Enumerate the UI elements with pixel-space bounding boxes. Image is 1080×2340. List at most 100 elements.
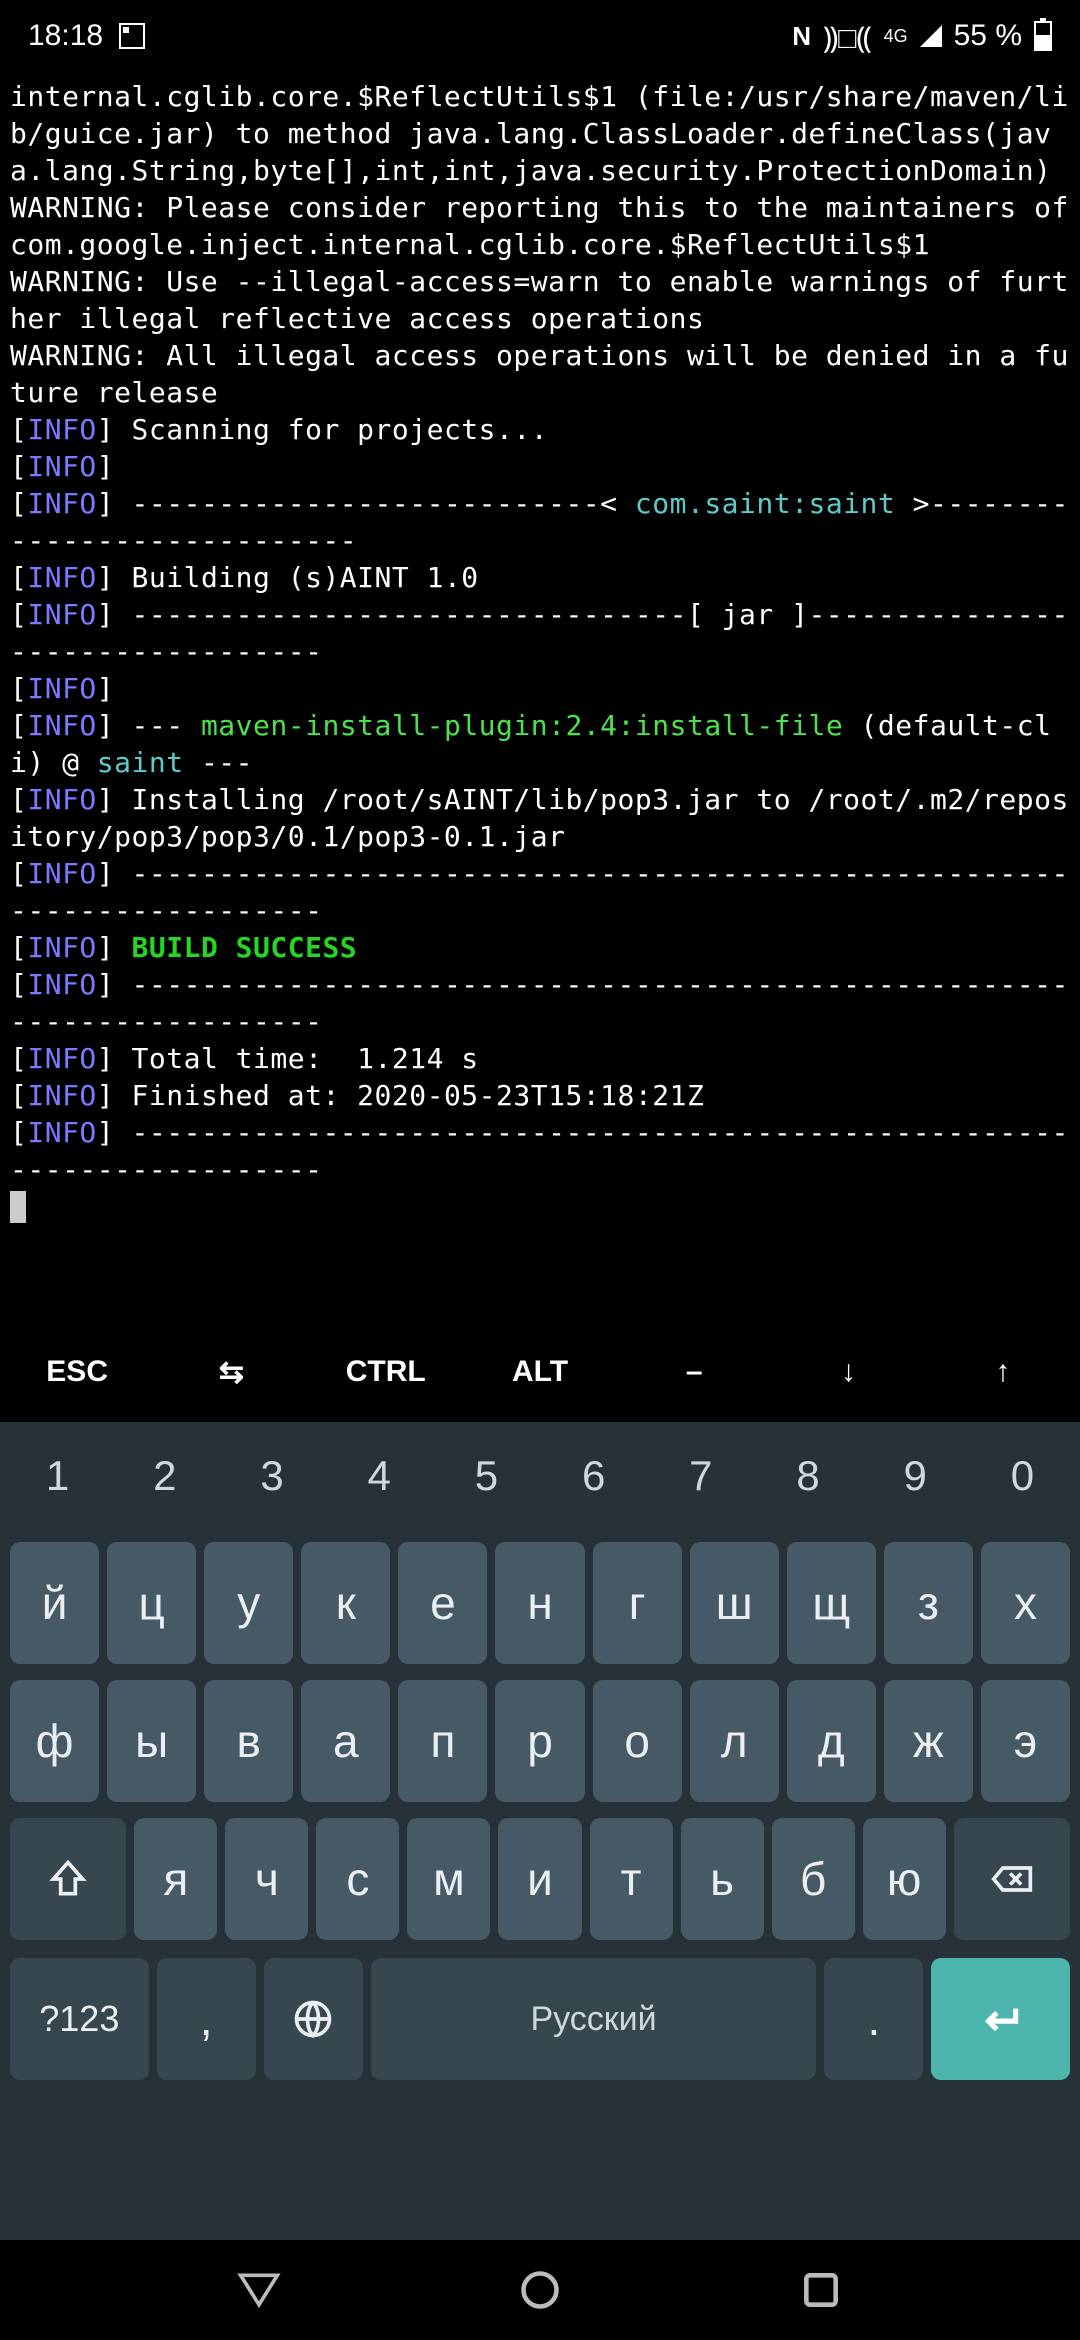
symbols-key[interactable]: ?123	[10, 1958, 149, 2080]
key-3[interactable]: 3	[218, 1452, 325, 1500]
terminal-output[interactable]: internal.cglib.core.$ReflectUtils$1 (fil…	[0, 72, 1080, 1322]
key-5[interactable]: 5	[433, 1452, 540, 1500]
terminal-text: ---------------------------<	[114, 487, 635, 520]
enter-icon	[976, 1994, 1026, 2044]
key-letter[interactable]: щ	[787, 1542, 876, 1664]
key-letter[interactable]: ц	[107, 1542, 196, 1664]
info-tag: INFO	[27, 783, 96, 816]
key-letter[interactable]: й	[10, 1542, 99, 1664]
key-6[interactable]: 6	[540, 1452, 647, 1500]
key-letter[interactable]: ж	[884, 1680, 973, 1802]
key-letter[interactable]: е	[398, 1542, 487, 1664]
number-row: 1 2 3 4 5 6 7 8 9 0	[4, 1426, 1076, 1526]
terminal-text: Scanning for projects...	[114, 413, 548, 446]
info-tag: INFO	[27, 598, 96, 631]
battery-icon	[1034, 21, 1052, 51]
key-9[interactable]: 9	[862, 1452, 969, 1500]
info-tag: INFO	[27, 487, 96, 520]
key-letter[interactable]: ш	[690, 1542, 779, 1664]
status-time: 18:18	[28, 19, 103, 53]
language-key[interactable]	[264, 1958, 363, 2080]
key-letter[interactable]: и	[498, 1818, 581, 1940]
plugin-name: maven-install-plugin:2.4:install-file	[201, 709, 843, 742]
info-tag: INFO	[27, 1079, 96, 1112]
key-letter[interactable]: п	[398, 1680, 487, 1802]
key-8[interactable]: 8	[754, 1452, 861, 1500]
terminal-text: Installing /root/sAINT/lib/pop3.jar to /…	[10, 783, 1069, 853]
key-letter[interactable]: ь	[681, 1818, 764, 1940]
home-icon[interactable]	[518, 2268, 562, 2312]
extra-keys-row: ESC ⇆ CTRL ALT – ↓ ↑	[0, 1322, 1080, 1422]
signal-icon	[920, 25, 942, 47]
terminal-text: ---	[184, 746, 253, 779]
key-letter[interactable]: г	[593, 1542, 682, 1664]
key-letter[interactable]: н	[495, 1542, 584, 1664]
terminal-text: Building (s)AINT 1.0	[114, 561, 479, 594]
key-letter[interactable]: б	[772, 1818, 855, 1940]
shift-key[interactable]	[10, 1818, 126, 1940]
plugin-target: saint	[97, 746, 184, 779]
terminal-line: WARNING: Use --illegal-access=warn to en…	[10, 265, 1069, 335]
key-letter[interactable]: с	[316, 1818, 399, 1940]
key-letter[interactable]: т	[590, 1818, 673, 1940]
network-type: 4G	[884, 26, 908, 47]
key-letter[interactable]: л	[690, 1680, 779, 1802]
terminal-text: ---	[114, 709, 201, 742]
key-4[interactable]: 4	[326, 1452, 433, 1500]
enter-key[interactable]	[931, 1958, 1070, 2080]
terminal-line: internal.cglib.core.$ReflectUtils$1 (fil…	[10, 80, 1069, 187]
terminal-line: WARNING: Please consider reporting this …	[10, 191, 1080, 261]
down-key[interactable]: ↓	[771, 1355, 925, 1389]
back-icon[interactable]	[237, 2268, 281, 2312]
key-letter[interactable]: я	[134, 1818, 217, 1940]
key-7[interactable]: 7	[647, 1452, 754, 1500]
info-tag: INFO	[27, 672, 96, 705]
key-2[interactable]: 2	[111, 1452, 218, 1500]
spacebar[interactable]: Русский	[371, 1958, 817, 2080]
comma-key[interactable]: ,	[157, 1958, 256, 2080]
key-letter[interactable]: ч	[225, 1818, 308, 1940]
key-letter[interactable]: з	[884, 1542, 973, 1664]
period-key[interactable]: .	[824, 1958, 923, 2080]
app-indicator-icon	[119, 23, 145, 49]
esc-key[interactable]: ESC	[0, 1355, 154, 1389]
key-letter[interactable]: в	[204, 1680, 293, 1802]
info-tag: INFO	[27, 1116, 96, 1149]
soft-keyboard: 1 2 3 4 5 6 7 8 9 0 й ц у к е н г ш щ з …	[0, 1422, 1080, 2240]
terminal-text: ----------------------------------------…	[10, 968, 1069, 1038]
project-id: com.saint:saint	[635, 487, 895, 520]
key-letter[interactable]: у	[204, 1542, 293, 1664]
terminal-text: ----------------------------------------…	[10, 857, 1069, 927]
key-letter[interactable]: а	[301, 1680, 390, 1802]
dash-key[interactable]: –	[617, 1355, 771, 1389]
key-letter[interactable]: о	[593, 1680, 682, 1802]
key-letter[interactable]: ы	[107, 1680, 196, 1802]
key-letter[interactable]: д	[787, 1680, 876, 1802]
key-letter[interactable]: э	[981, 1680, 1070, 1802]
terminal-text: ----------------------------------------…	[10, 1116, 1069, 1186]
build-success: BUILD SUCCESS	[132, 931, 358, 964]
key-letter[interactable]: х	[981, 1542, 1070, 1664]
backspace-icon	[990, 1857, 1034, 1901]
info-tag: INFO	[27, 968, 96, 1001]
key-letter[interactable]: ф	[10, 1680, 99, 1802]
terminal-text: Total time: 1.214 s	[114, 1042, 479, 1075]
alt-key[interactable]: ALT	[463, 1355, 617, 1389]
battery-percent: 55 %	[954, 19, 1022, 53]
key-letter[interactable]: к	[301, 1542, 390, 1664]
shift-icon	[46, 1857, 90, 1901]
key-1[interactable]: 1	[4, 1452, 111, 1500]
backspace-key[interactable]	[954, 1818, 1070, 1940]
key-letter[interactable]: м	[407, 1818, 490, 1940]
vibrate-icon: ⸩□⸨	[823, 16, 872, 57]
key-letter[interactable]: ю	[863, 1818, 946, 1940]
tab-key[interactable]: ⇆	[154, 1355, 308, 1390]
info-tag: INFO	[27, 561, 96, 594]
info-tag: INFO	[27, 1042, 96, 1075]
status-bar: 18:18 N ⸩□⸨ 4G 55 %	[0, 0, 1080, 72]
key-0[interactable]: 0	[969, 1452, 1076, 1500]
recent-icon[interactable]	[799, 2268, 843, 2312]
ctrl-key[interactable]: CTRL	[309, 1355, 463, 1389]
key-letter[interactable]: р	[495, 1680, 584, 1802]
up-key[interactable]: ↑	[926, 1355, 1080, 1389]
